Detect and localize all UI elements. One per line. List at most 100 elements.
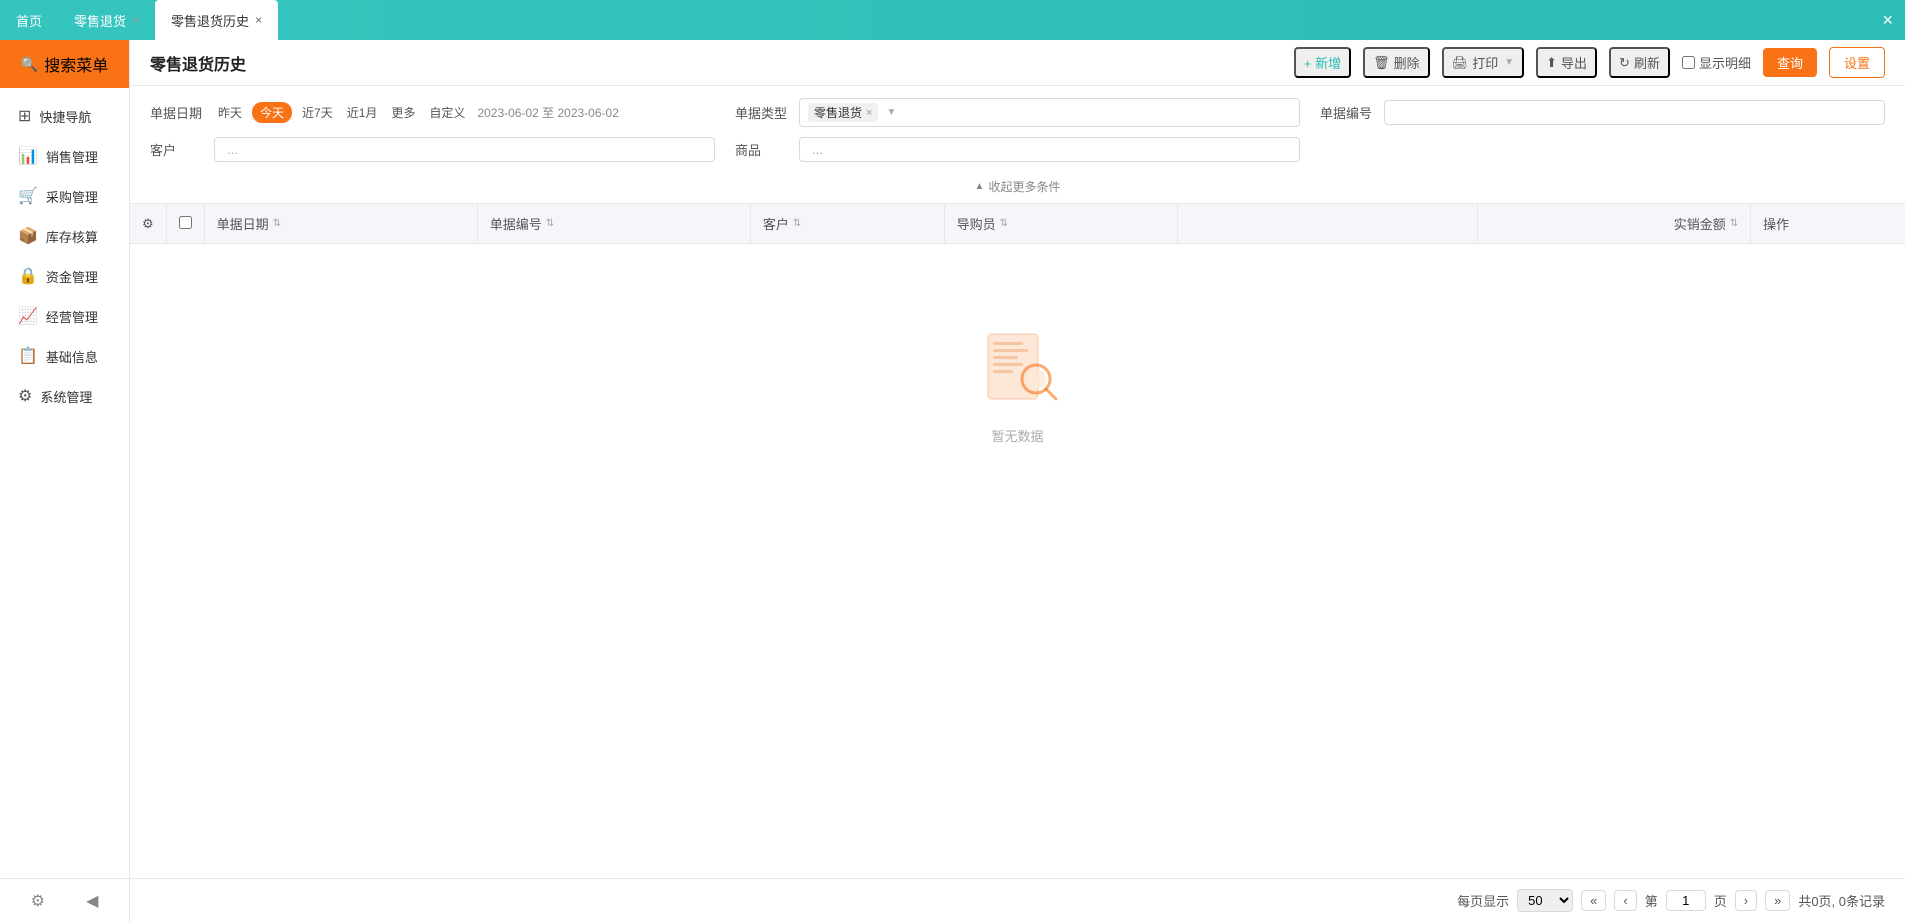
empty-illustration (968, 324, 1068, 414)
type-select[interactable]: 零售退货 × ▼ (799, 98, 1300, 127)
show-detail-checkbox[interactable] (1682, 56, 1695, 69)
sidebar-item-basic-info[interactable]: 📋 基础信息 (0, 336, 129, 376)
settings-bottom-button[interactable]: ⚙ (31, 891, 45, 911)
th-number[interactable]: 单据编号 ⇅ (477, 204, 750, 244)
th-spacer (1178, 204, 1478, 244)
number-sort-icon: ⇅ (546, 218, 554, 229)
date-btn-7days[interactable]: 近7天 (298, 102, 337, 123)
first-page-button[interactable]: « (1581, 890, 1606, 911)
content-area: 零售退货历史 + 新增 🗑 删除 🖨 打印 ▼ ⬆ 导出 ↻ (130, 40, 1905, 922)
per-page-label: 每页显示 (1457, 891, 1509, 910)
date-btn-today[interactable]: 今天 (252, 102, 292, 123)
filter-number: 单据编号 (1320, 100, 1885, 125)
th-checkbox[interactable] (166, 204, 204, 244)
th-action-label: 操作 (1763, 217, 1789, 232)
date-btn-more[interactable]: 更多 (387, 102, 419, 123)
select-all-checkbox[interactable] (179, 216, 192, 229)
sales-icon: 📊 (18, 146, 38, 166)
pagination-bar: 每页显示 20 50 100 « ‹ 第 页 › » 共0页, 0条记录 (130, 878, 1905, 922)
refresh-button[interactable]: ↻ 刷新 (1609, 47, 1670, 78)
tab-retail-return-history-label: 零售退货历史 (171, 11, 249, 30)
date-range-text: 2023-06-02 至 2023-06-02 (477, 104, 618, 121)
sidebar-item-quick-nav[interactable]: ⊞ 快捷导航 (0, 96, 129, 136)
sidebar-item-inventory-label: 库存核算 (46, 227, 98, 246)
customer-input[interactable]: ... (214, 137, 715, 162)
sidebar-item-system[interactable]: ⚙ 系统管理 (0, 376, 129, 416)
page-number-input[interactable] (1666, 890, 1706, 911)
date-btn-custom[interactable]: 自定义 (425, 102, 469, 123)
sidebar-item-quick-nav-label: 快捷导航 (39, 107, 91, 126)
table-wrapper: ⚙ 单据日期 ⇅ (130, 204, 1905, 878)
window-close-button[interactable]: × (1882, 10, 1893, 31)
table-header: ⚙ 单据日期 ⇅ (130, 204, 1905, 244)
th-date[interactable]: 单据日期 ⇅ (204, 204, 477, 244)
type-tag-close[interactable]: × (866, 107, 872, 119)
next-page-button[interactable]: › (1735, 890, 1757, 911)
top-bar: 首页 零售退货 × 零售退货历史 × × (0, 0, 1905, 40)
last-page-button[interactable]: » (1765, 890, 1790, 911)
print-dropdown-arrow: ▼ (1504, 57, 1514, 68)
refresh-label: 刷新 (1634, 53, 1660, 72)
system-icon: ⚙ (18, 386, 32, 406)
filter-row-2: 客户 ... 商品 ... (150, 137, 1885, 162)
tab-retail-return[interactable]: 零售退货 × (58, 0, 155, 40)
per-page-select[interactable]: 20 50 100 (1517, 889, 1573, 912)
date-btn-1month[interactable]: 近1月 (343, 102, 382, 123)
date-btn-yesterday[interactable]: 昨天 (214, 102, 246, 123)
tab-retail-return-close[interactable]: × (132, 13, 139, 27)
goods-input[interactable]: ... (799, 137, 1300, 162)
tab-retail-return-label: 零售退货 (74, 11, 126, 30)
sidebar: 🔍 搜索菜单 ⊞ 快捷导航 📊 销售管理 🛒 采购管理 📦 库存核算 🔒 (0, 40, 130, 922)
sidebar-item-purchase[interactable]: 🛒 采购管理 (0, 176, 129, 216)
prev-page-button[interactable]: ‹ (1614, 890, 1636, 911)
th-amount[interactable]: 实销金额 ⇅ (1478, 204, 1751, 244)
customer-sort-icon: ⇅ (793, 218, 801, 229)
sidebar-item-finance-label: 资金管理 (46, 267, 98, 286)
chevron-up-icon: ▲ (975, 181, 985, 192)
sidebar-item-operations[interactable]: 📈 经营管理 (0, 296, 129, 336)
sidebar-menu: ⊞ 快捷导航 📊 销售管理 🛒 采购管理 📦 库存核算 🔒 资金管理 📈 (0, 88, 129, 878)
tab-retail-return-history[interactable]: 零售退货历史 × (155, 0, 278, 40)
sidebar-item-finance[interactable]: 🔒 资金管理 (0, 256, 129, 296)
th-customer[interactable]: 客户 ⇅ (750, 204, 944, 244)
filter-area: 单据日期 昨天 今天 近7天 近1月 更多 自定义 2023-06-02 至 2… (130, 86, 1905, 204)
export-icon: ⬆ (1546, 55, 1557, 71)
settings-col-icon: ⚙ (142, 216, 154, 231)
main-layout: 🔍 搜索菜单 ⊞ 快捷导航 📊 销售管理 🛒 采购管理 📦 库存核算 🔒 (0, 40, 1905, 922)
settings-button[interactable]: 设置 (1829, 47, 1885, 78)
sidebar-item-inventory[interactable]: 📦 库存核算 (0, 216, 129, 256)
guide-sort-icon: ⇅ (1000, 218, 1008, 229)
print-button[interactable]: 🖨 打印 ▼ (1442, 47, 1524, 78)
type-tag: 零售退货 × (808, 103, 878, 122)
empty-state: 暂无数据 (130, 244, 1905, 525)
tab-home[interactable]: 首页 (0, 0, 58, 40)
th-guide[interactable]: 导购员 ⇅ (944, 204, 1177, 244)
sidebar-item-basic-info-label: 基础信息 (46, 347, 98, 366)
date-sort-icon: ⇅ (273, 218, 281, 229)
tab-retail-return-history-close[interactable]: × (255, 13, 262, 27)
quick-nav-icon: ⊞ (18, 106, 31, 126)
th-settings[interactable]: ⚙ (130, 204, 166, 244)
show-detail-checkbox-label[interactable]: 显示明细 (1682, 53, 1751, 72)
date-filter-label: 单据日期 (150, 103, 206, 122)
purchase-icon: 🛒 (18, 186, 38, 206)
sidebar-item-system-label: 系统管理 (40, 387, 92, 406)
sidebar-search[interactable]: 🔍 搜索菜单 (0, 40, 129, 88)
type-filter-label: 单据类型 (735, 103, 791, 122)
page-unit: 页 (1714, 891, 1727, 910)
export-button[interactable]: ⬆ 导出 (1536, 47, 1597, 78)
collapse-bottom-button[interactable]: ◀ (86, 891, 98, 911)
search-icon: 🔍 (21, 56, 38, 73)
sidebar-item-purchase-label: 采购管理 (46, 187, 98, 206)
query-button[interactable]: 查询 (1763, 48, 1817, 77)
collapse-bar[interactable]: ▲ 收起更多条件 (150, 172, 1885, 203)
new-button[interactable]: + 新增 (1294, 47, 1351, 78)
number-input[interactable] (1384, 100, 1885, 125)
refresh-icon: ↻ (1619, 55, 1630, 71)
delete-button[interactable]: 🗑 删除 (1363, 47, 1430, 78)
empty-row: 暂无数据 (130, 244, 1905, 526)
page-title: 零售退货历史 (150, 51, 246, 75)
th-customer-label: 客户 (763, 214, 789, 233)
sidebar-item-sales[interactable]: 📊 销售管理 (0, 136, 129, 176)
tab-home-label: 首页 (16, 11, 42, 30)
